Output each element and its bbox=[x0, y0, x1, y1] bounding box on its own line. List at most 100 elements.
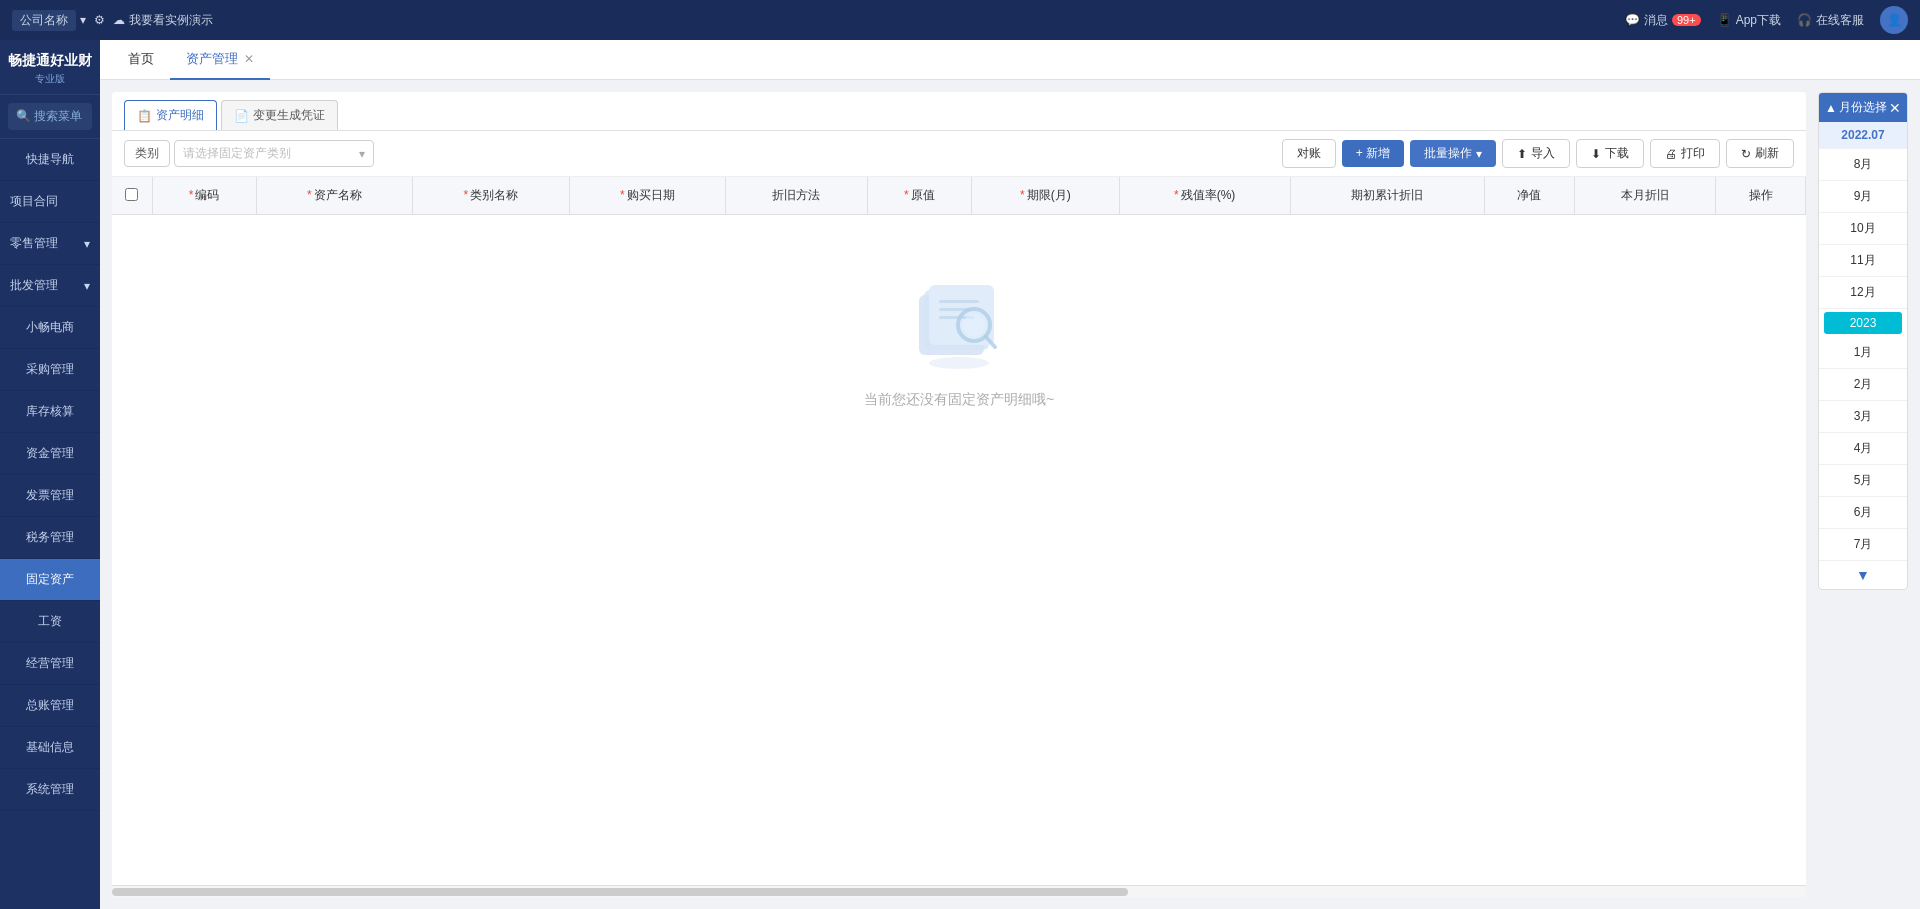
category-select: 类别 请选择固定资产类别 ▾ bbox=[124, 140, 374, 167]
toolbar-right: 对账 + 新增 批量操作 ▾ ⬆ 导入 bbox=[1282, 139, 1794, 168]
top-bar-right: 💬 消息 99+ 📱 App下载 🎧 在线客服 👤 bbox=[1625, 6, 1908, 34]
assets-table: *编码 *资产名称 *类别名称 *购买日期 折旧方法 *原值 *期限(月) *残… bbox=[112, 177, 1806, 215]
month-item-5[interactable]: 5月 bbox=[1819, 465, 1907, 497]
month-selected-year[interactable]: 2022.07 bbox=[1819, 122, 1907, 149]
message-btn[interactable]: 💬 消息 99+ bbox=[1625, 12, 1701, 29]
sidebar-item-project[interactable]: 项目合同 bbox=[0, 181, 100, 223]
cloud-icon: ☁ bbox=[113, 13, 125, 27]
download-btn[interactable]: ⬇ 下载 bbox=[1576, 139, 1644, 168]
settings-icon[interactable]: ⚙ bbox=[94, 13, 105, 27]
brand-title: 畅捷通好业财 bbox=[8, 52, 92, 70]
tab-close-icon[interactable]: ✕ bbox=[244, 52, 254, 66]
scrollbar-thumb[interactable] bbox=[112, 888, 1128, 896]
refresh-icon: ↻ bbox=[1741, 147, 1751, 161]
online-service-btn[interactable]: 🎧 在线客服 bbox=[1797, 12, 1864, 29]
month-item-6[interactable]: 6月 bbox=[1819, 497, 1907, 529]
th-original-value: *原值 bbox=[867, 177, 971, 215]
headset-icon: 🎧 bbox=[1797, 13, 1812, 27]
search-menu-btn[interactable]: 🔍 搜索菜单 bbox=[8, 103, 92, 130]
svg-rect-4 bbox=[939, 300, 979, 303]
sidebar-item-tax[interactable]: 税务管理 bbox=[0, 517, 100, 559]
tab-bar: 首页 资产管理 ✕ bbox=[100, 40, 1920, 80]
svg-point-8 bbox=[963, 314, 985, 336]
demo-link[interactable]: ☁ 我要看实例演示 bbox=[113, 12, 213, 29]
chevron-down-btn[interactable]: ▼ bbox=[1856, 567, 1870, 583]
th-monthly-depreciation: 本月折旧 bbox=[1574, 177, 1716, 215]
app-download-btn[interactable]: 📱 App下载 bbox=[1717, 12, 1781, 29]
message-icon: 💬 bbox=[1625, 13, 1640, 27]
category-placeholder: 请选择固定资产类别 bbox=[183, 145, 291, 162]
dropdown-icon: ▾ bbox=[80, 13, 86, 27]
horizontal-scrollbar[interactable] bbox=[112, 885, 1806, 897]
sidebar-item-ledger[interactable]: 总账管理 bbox=[0, 685, 100, 727]
sidebar-item-operations[interactable]: 经营管理 bbox=[0, 643, 100, 685]
company-selector[interactable]: 公司名称 ▾ ⚙ bbox=[12, 10, 105, 31]
close-panel-icon[interactable]: ✕ bbox=[1889, 100, 1901, 116]
sidebar-item-salary[interactable]: 工资 bbox=[0, 601, 100, 643]
reconcile-btn[interactable]: 对账 bbox=[1282, 139, 1336, 168]
sidebar-item-basic[interactable]: 基础信息 bbox=[0, 727, 100, 769]
th-checkbox bbox=[112, 177, 152, 215]
inner-panel: 📋 资产明细 📄 变更生成凭证 类别 请选择固定资产类别 ▾ bbox=[112, 92, 1806, 897]
document-icon: 📋 bbox=[137, 109, 152, 123]
month-item-8[interactable]: 8月 bbox=[1819, 149, 1907, 181]
chevron-up-icon[interactable]: ▲ bbox=[1825, 101, 1837, 115]
sub-tab-change-voucher[interactable]: 📄 变更生成凭证 bbox=[221, 100, 338, 130]
sidebar: 畅捷通好业财 专业版 🔍 搜索菜单 快捷导航 项目合同 零售管理 ▾ 批发管理 … bbox=[0, 40, 100, 909]
month-item-4[interactable]: 4月 bbox=[1819, 433, 1907, 465]
batch-ops-btn[interactable]: 批量操作 ▾ bbox=[1410, 140, 1496, 167]
tab-assets-mgmt[interactable]: 资产管理 ✕ bbox=[170, 40, 270, 80]
sidebar-item-quick-nav[interactable]: 快捷导航 bbox=[0, 139, 100, 181]
sidebar-item-retail[interactable]: 零售管理 ▾ bbox=[0, 223, 100, 265]
add-btn[interactable]: + 新增 bbox=[1342, 140, 1404, 167]
top-bar-left: 公司名称 ▾ ⚙ ☁ 我要看实例演示 bbox=[12, 10, 213, 31]
th-cumulative-depreciation: 期初累计折旧 bbox=[1290, 177, 1484, 215]
category-label: 类别 bbox=[124, 140, 170, 167]
th-depreciation-method: 折旧方法 bbox=[725, 177, 867, 215]
month-item-11[interactable]: 11月 bbox=[1819, 245, 1907, 277]
import-btn[interactable]: ⬆ 导入 bbox=[1502, 139, 1570, 168]
sidebar-item-system[interactable]: 系统管理 bbox=[0, 769, 100, 811]
sidebar-item-inventory[interactable]: 库存核算 bbox=[0, 391, 100, 433]
company-name: 公司名称 bbox=[12, 10, 76, 31]
sidebar-logo: 畅捷通好业财 专业版 bbox=[0, 40, 100, 95]
refresh-btn[interactable]: ↻ 刷新 bbox=[1726, 139, 1794, 168]
empty-state: 当前您还没有固定资产明细哦~ bbox=[112, 215, 1806, 469]
arrow-icon: ▾ bbox=[84, 237, 90, 251]
svg-point-0 bbox=[929, 357, 989, 369]
sidebar-item-invoice[interactable]: 发票管理 bbox=[0, 475, 100, 517]
month-item-1[interactable]: 1月 bbox=[1819, 337, 1907, 369]
sidebar-item-purchase[interactable]: 采购管理 bbox=[0, 349, 100, 391]
th-code: *编码 bbox=[152, 177, 256, 215]
category-input[interactable]: 请选择固定资产类别 ▾ bbox=[174, 140, 374, 167]
month-picker-nav-down[interactable]: ▼ bbox=[1819, 561, 1907, 589]
year-2023-badge[interactable]: 2023 bbox=[1824, 312, 1902, 334]
tab-home[interactable]: 首页 bbox=[112, 40, 170, 80]
month-item-9[interactable]: 9月 bbox=[1819, 181, 1907, 213]
month-item-3[interactable]: 3月 bbox=[1819, 401, 1907, 433]
month-item-12[interactable]: 12月 bbox=[1819, 277, 1907, 309]
month-item-2[interactable]: 2月 bbox=[1819, 369, 1907, 401]
month-item-7[interactable]: 7月 bbox=[1819, 529, 1907, 561]
th-action: 操作 bbox=[1716, 177, 1806, 215]
user-avatar[interactable]: 👤 bbox=[1880, 6, 1908, 34]
print-icon: 🖨 bbox=[1665, 147, 1677, 161]
month-item-10[interactable]: 10月 bbox=[1819, 213, 1907, 245]
sub-tab-asset-detail[interactable]: 📋 资产明细 bbox=[124, 100, 217, 130]
empty-illustration bbox=[899, 275, 1019, 375]
table-container: *编码 *资产名称 *类别名称 *购买日期 折旧方法 *原值 *期限(月) *残… bbox=[112, 177, 1806, 885]
toolbar: 类别 请选择固定资产类别 ▾ 对账 + 新增 bbox=[112, 131, 1806, 177]
arrow-icon: ▾ bbox=[84, 279, 90, 293]
sidebar-item-finance[interactable]: 资金管理 bbox=[0, 433, 100, 475]
th-asset-name: *资产名称 bbox=[256, 177, 412, 215]
dropdown-arrow-icon: ▾ bbox=[359, 147, 365, 161]
select-all-checkbox[interactable] bbox=[125, 188, 138, 201]
th-category-name: *类别名称 bbox=[413, 177, 569, 215]
sidebar-search-area: 🔍 搜索菜单 bbox=[0, 95, 100, 139]
print-btn[interactable]: 🖨 打印 bbox=[1650, 139, 1720, 168]
message-badge: 99+ bbox=[1672, 14, 1701, 26]
sidebar-item-assets[interactable]: 固定资产 bbox=[0, 559, 100, 601]
sidebar-item-wholesale[interactable]: 批发管理 ▾ bbox=[0, 265, 100, 307]
sidebar-item-ecommerce[interactable]: 小畅电商 bbox=[0, 307, 100, 349]
table-header-row: *编码 *资产名称 *类别名称 *购买日期 折旧方法 *原值 *期限(月) *残… bbox=[112, 177, 1806, 215]
